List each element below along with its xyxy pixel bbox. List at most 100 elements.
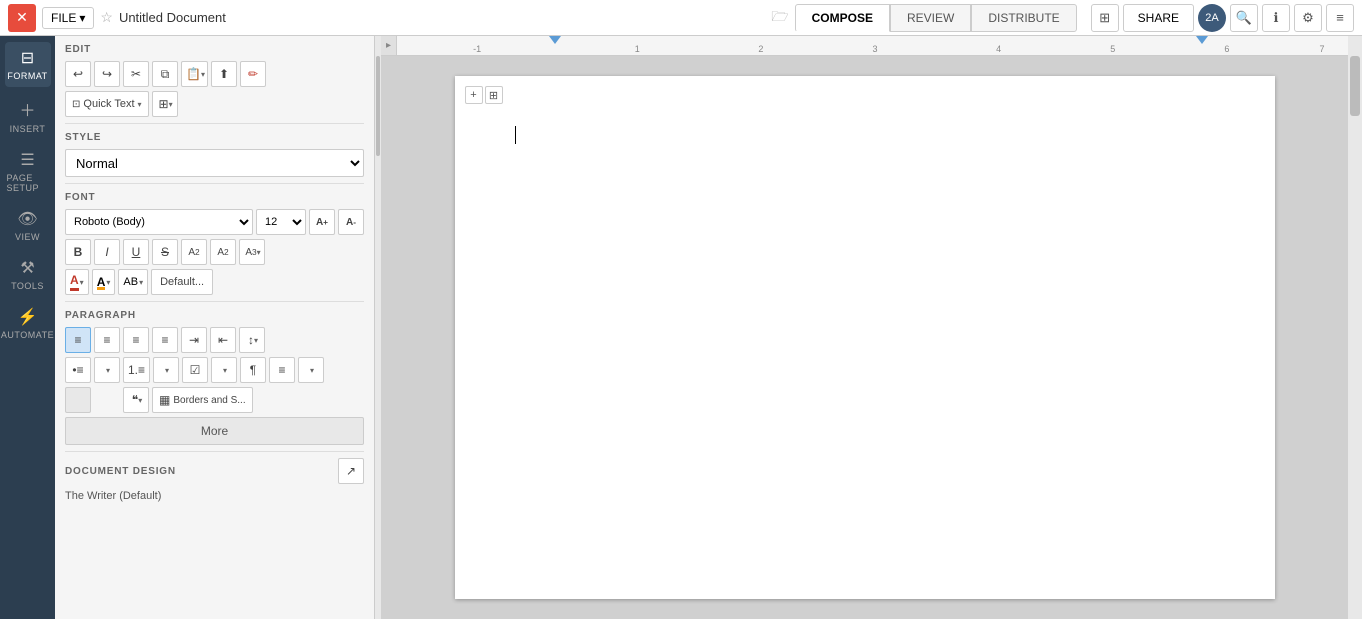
text-cursor: [515, 126, 516, 144]
grid-button[interactable]: ⊞ ▾: [152, 91, 178, 117]
font-family-select[interactable]: Roboto (Body): [65, 209, 253, 235]
borders-button[interactable]: ▦ Borders and S...: [152, 387, 253, 413]
clear-button[interactable]: ✏: [240, 61, 266, 87]
right-scroll-thumb: [1350, 56, 1360, 116]
align-left-button[interactable]: ≡: [65, 327, 91, 353]
insert-special-button[interactable]: ⬆: [211, 61, 237, 87]
presenter-button[interactable]: ⊞: [1091, 4, 1119, 32]
font-size-decrease-button[interactable]: A-: [338, 209, 364, 235]
shading-button[interactable]: [65, 387, 91, 413]
font-size-increase-button[interactable]: A+: [309, 209, 335, 235]
align-center-icon: ≡: [103, 333, 110, 347]
quick-text-label: Quick Text: [83, 98, 134, 110]
superscript-button[interactable]: A2: [181, 239, 207, 265]
format-panel-container: EDIT ↩ ↪ ✂ ⧉ 📋 ▾ ⬆ ✏ ⊡ Quick Text ▾: [55, 36, 381, 619]
case-button[interactable]: AB ▾: [118, 269, 148, 295]
font-size-select[interactable]: 12 891011 14182436: [256, 209, 306, 235]
line-spacing-button[interactable]: ↕ ▾: [239, 327, 265, 353]
paste-caret-icon: ▾: [201, 70, 205, 79]
numbered-list-button[interactable]: 1.≡: [123, 357, 150, 383]
redo-button[interactable]: ↪: [94, 61, 120, 87]
align-right-button[interactable]: ≡: [123, 327, 149, 353]
italic-button[interactable]: I: [94, 239, 120, 265]
more-text-style-button[interactable]: A3▾: [239, 239, 265, 265]
ruler-toggle[interactable]: ▸: [381, 36, 397, 56]
page-canvas[interactable]: + ⊞: [381, 56, 1348, 619]
list-toolbar: •≡ ▾ 1.≡ ▾ ☑ ▾ ¶ ≡ ▾: [65, 357, 364, 383]
sidebar-item-insert[interactable]: ＋ INSERT: [5, 91, 51, 140]
numbered-caret-icon: ▾: [165, 366, 169, 375]
sidebar-view-label: VIEW: [15, 232, 40, 242]
show-marks-button[interactable]: ¶: [240, 357, 266, 383]
panel-scrollbar[interactable]: [375, 36, 381, 619]
subscript-button[interactable]: A2: [210, 239, 236, 265]
sidebar-item-view[interactable]: 👁 VIEW: [5, 203, 51, 248]
view-icon: 👁: [17, 209, 37, 229]
file-menu-button[interactable]: FILE ▾: [42, 7, 94, 29]
align-center-button[interactable]: ≡: [94, 327, 120, 353]
indent-decrease-button[interactable]: ⇤: [210, 327, 236, 353]
more-para-options-button[interactable]: ≡: [269, 357, 295, 383]
undo-button[interactable]: ↩: [65, 61, 91, 87]
share-button[interactable]: SHARE: [1123, 4, 1194, 32]
quick-text-caret-icon: ▾: [138, 100, 142, 109]
numbered-caret-button[interactable]: ▾: [153, 357, 179, 383]
page-controls: + ⊞: [465, 86, 503, 104]
align-justify-button[interactable]: ≡: [152, 327, 178, 353]
paste-button[interactable]: 📋 ▾: [181, 61, 208, 87]
tab-review[interactable]: REVIEW: [890, 4, 971, 32]
line-spacing-caret-icon: ▾: [254, 336, 258, 345]
tab-distribute[interactable]: DISTRIBUTE: [971, 4, 1076, 32]
highlight-color-button[interactable]: A ▾: [92, 269, 116, 295]
document-design-external-button[interactable]: ↗: [338, 458, 364, 484]
search-button[interactable]: 🔍: [1230, 4, 1258, 32]
sidebar-item-tools[interactable]: ⚒ TOOLS: [5, 252, 51, 297]
quote-button[interactable]: ❝ ▾: [123, 387, 149, 413]
sidebar-item-format[interactable]: ⊟ FORMAT: [5, 42, 51, 87]
align-right-icon: ≡: [132, 333, 139, 347]
font-color-button[interactable]: A ▾: [65, 269, 89, 295]
quick-text-toolbar: ⊡ Quick Text ▾ ⊞ ▾: [65, 91, 364, 117]
numbered-list-icon: 1.≡: [128, 363, 145, 377]
undo-icon: ↩: [73, 67, 83, 81]
bullet-caret-button[interactable]: ▾: [94, 357, 120, 383]
bullet-list-button[interactable]: •≡: [65, 357, 91, 383]
page-copy-button[interactable]: ⊞: [485, 86, 503, 104]
ruler-body: -1 1 2 3 4 5 6 7: [397, 36, 1348, 56]
page-sheet[interactable]: + ⊞: [455, 76, 1275, 599]
indent-increase-button[interactable]: ⇥: [181, 327, 207, 353]
sidebar-item-automate[interactable]: ⚡ AUTOMATE: [5, 301, 51, 346]
divider-1: [65, 123, 364, 124]
avatar-button[interactable]: 2A: [1198, 4, 1226, 32]
tab-compose[interactable]: COMPOSE: [795, 4, 890, 32]
top-action-buttons: ⊞ SHARE 2A 🔍 ℹ ⚙ ≡: [1091, 4, 1354, 32]
bold-button[interactable]: B: [65, 239, 91, 265]
favorite-icon[interactable]: ☆: [100, 9, 113, 26]
right-scrollbar[interactable]: [1348, 36, 1362, 619]
default-button[interactable]: Default...: [151, 269, 213, 295]
checklist-button[interactable]: ☑: [182, 357, 208, 383]
page-add-button[interactable]: +: [465, 86, 483, 104]
quick-text-button[interactable]: ⊡ Quick Text ▾: [65, 91, 149, 117]
ruler-tick-6: 6: [1224, 44, 1229, 54]
sidebar-item-page-setup[interactable]: ☰ PAGE SETUP: [5, 144, 51, 199]
settings-button[interactable]: ⚙: [1294, 4, 1322, 32]
case-icon: AB: [123, 276, 138, 288]
underline-button[interactable]: U: [123, 239, 149, 265]
cut-button[interactable]: ✂: [123, 61, 149, 87]
edit-toolbar: ↩ ↪ ✂ ⧉ 📋 ▾ ⬆ ✏: [65, 61, 364, 87]
menu-button[interactable]: ≡: [1326, 4, 1354, 32]
more-para-caret-button[interactable]: ▾: [298, 357, 324, 383]
color-toolbar: A ▾ A ▾ AB ▾ Default...: [65, 269, 364, 295]
document-design-header: DOCUMENT DESIGN ↗: [65, 458, 364, 484]
checklist-caret-button[interactable]: ▾: [211, 357, 237, 383]
info-button[interactable]: ℹ: [1262, 4, 1290, 32]
strikethrough-button[interactable]: S: [152, 239, 178, 265]
more-button[interactable]: More: [65, 417, 364, 445]
document-design-title: DOCUMENT DESIGN: [65, 466, 176, 477]
close-button[interactable]: ✕: [8, 4, 36, 32]
align-left-icon: ≡: [74, 333, 81, 347]
style-select[interactable]: Normal Heading 1 Heading 2 Heading 3 Tit…: [65, 149, 364, 177]
copy-button[interactable]: ⧉: [152, 61, 178, 87]
folder-icon[interactable]: 🗁: [771, 6, 788, 30]
